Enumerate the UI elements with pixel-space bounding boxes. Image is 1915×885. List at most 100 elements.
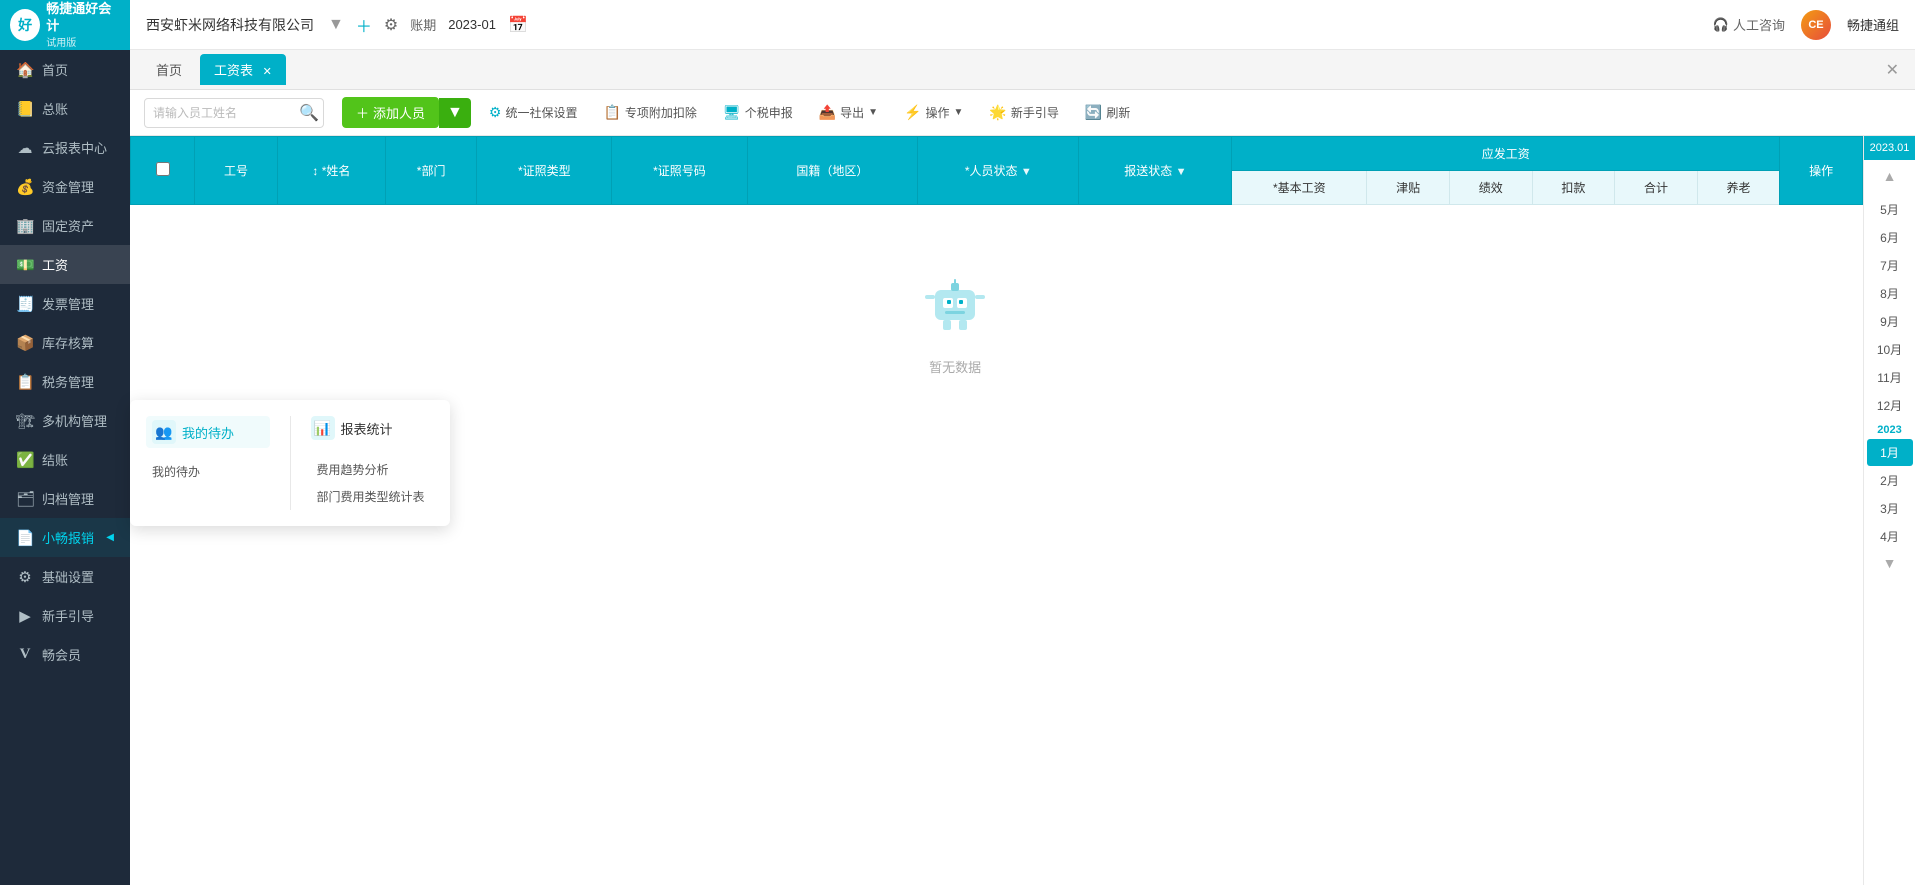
th-actions: 操作 xyxy=(1780,137,1863,205)
popup-item-my-todo[interactable]: 我的待办 xyxy=(146,458,270,485)
export-dropdown-arrow: ▼ xyxy=(868,107,878,118)
sidebar-item-invoice[interactable]: 🧾 发票管理 xyxy=(0,284,130,323)
export-action[interactable]: 📤 导出 ▼ xyxy=(811,100,886,125)
sidebar-item-inventory[interactable]: 📦 库存核算 xyxy=(0,323,130,362)
sidebar-item-settlement[interactable]: ✅ 结账 xyxy=(0,440,130,479)
sidebar-label-multi-org: 多机构管理 xyxy=(42,411,107,430)
add-company-btn[interactable]: ＋ xyxy=(356,13,372,37)
tab-payroll-table[interactable]: 工资表 ✕ xyxy=(200,54,286,85)
sidebar-item-cloud-report[interactable]: ☁ 云报表中心 xyxy=(0,128,130,167)
th-nationality: 国籍（地区） xyxy=(747,137,918,205)
sidebar-item-member[interactable]: V 畅会员 xyxy=(0,635,130,674)
company-settings-btn[interactable]: ⚙ xyxy=(384,15,398,35)
operations-label: 操作 xyxy=(926,104,950,121)
year-label-2023: 2023 xyxy=(1867,420,1913,438)
tab-home[interactable]: 首页 xyxy=(142,54,196,85)
month-item-9[interactable]: 9月 xyxy=(1867,308,1913,335)
sidebar-item-general-ledger[interactable]: 📒 总账 xyxy=(0,89,130,128)
social-security-action[interactable]: ⚙ 统一社保设置 xyxy=(481,100,586,125)
popup-item-cost-trend[interactable]: 费用趋势分析 xyxy=(311,456,435,483)
sidebar-label-settings: 基础设置 xyxy=(42,567,94,586)
sidebar-item-payroll[interactable]: 💵 工资 xyxy=(0,245,130,284)
support-btn[interactable]: 🎧 人工咨询 xyxy=(1713,15,1785,34)
select-all-checkbox[interactable] xyxy=(156,162,170,176)
company-dropdown-arrow[interactable]: ▼ xyxy=(328,16,344,34)
sidebar-logo: 好 畅捷通好会计 试用版 xyxy=(0,0,130,50)
refresh-icon: 🔄 xyxy=(1085,104,1102,121)
sidebar-label-member: 畅会员 xyxy=(42,645,81,664)
sidebar-item-fixed-assets[interactable]: 🏢 固定资产 xyxy=(0,206,130,245)
month-item-5[interactable]: 5月 xyxy=(1867,196,1913,223)
popup-dept-cost-label: 部门费用类型统计表 xyxy=(317,490,425,504)
search-input[interactable] xyxy=(153,106,293,120)
support-label: 人工咨询 xyxy=(1733,15,1785,34)
search-icon: 🔍 xyxy=(299,103,319,123)
th-employee-id: 工号 xyxy=(195,137,278,205)
th-pension: 养老 xyxy=(1697,171,1780,205)
topbar: 西安虾米网络科技有限公司 ▼ ＋ ⚙ 账期 2023-01 📅 🎧 人工咨询 C… xyxy=(130,0,1915,50)
sidebar-label-payroll: 工资 xyxy=(42,255,68,274)
close-all-tabs-btn[interactable]: ✕ xyxy=(1882,56,1903,84)
user-name: 畅捷通组 xyxy=(1847,15,1899,34)
month-item-8[interactable]: 8月 xyxy=(1867,280,1913,307)
sidebar-item-fund-mgmt[interactable]: 💰 资金管理 xyxy=(0,167,130,206)
th-report-status[interactable]: 报送状态 ▼ xyxy=(1079,137,1232,205)
payroll-table: 工号 ↕ *姓名 *部门 *证照类型 *证照号码 国籍（地区） *人员状态 ▼ … xyxy=(130,136,1863,436)
headset-icon: 🎧 xyxy=(1713,17,1729,33)
sidebar-item-xiaochangbaoxiao[interactable]: 📄 小畅报销 ◀ xyxy=(0,518,130,557)
report-header-icon: 📊 xyxy=(311,416,335,440)
month-nav: ▲ 5月 6月 7月 8月 9月 10月 11月 12月 2023 1月 2月 … xyxy=(1864,160,1915,885)
refresh-action[interactable]: 🔄 刷新 xyxy=(1077,100,1138,125)
month-item-1[interactable]: 1月 xyxy=(1867,439,1913,466)
th-checkbox[interactable] xyxy=(131,137,195,205)
th-person-status[interactable]: *人员状态 ▼ xyxy=(918,137,1079,205)
new-guide-action[interactable]: 🌟 新手引导 xyxy=(981,100,1066,125)
month-item-2[interactable]: 2月 xyxy=(1867,467,1913,494)
sidebar-item-multi-org[interactable]: 🏗 多机构管理 xyxy=(0,401,130,440)
special-add-action[interactable]: 📋 专项附加扣除 xyxy=(595,100,704,125)
sidebar-item-tax[interactable]: 📋 税务管理 xyxy=(0,362,130,401)
operations-icon: ⚡ xyxy=(904,104,921,121)
sidebar-label-fund-mgmt: 资金管理 xyxy=(42,177,94,196)
operations-action[interactable]: ⚡ 操作 ▼ xyxy=(896,100,971,125)
month-item-6[interactable]: 6月 xyxy=(1867,224,1913,251)
social-security-label: 统一社保设置 xyxy=(505,104,577,121)
month-nav-down[interactable]: ▼ xyxy=(1878,551,1902,575)
popup-item-dept-cost-type[interactable]: 部门费用类型统计表 xyxy=(311,483,435,510)
sidebar-label-general-ledger: 总账 xyxy=(42,99,68,118)
special-add-icon: 📋 xyxy=(603,104,620,121)
period-label: 账期 xyxy=(410,15,436,34)
special-add-label: 专项附加扣除 xyxy=(625,104,697,121)
period-calendar-btn[interactable]: 📅 xyxy=(508,15,528,35)
add-person-dropdown-btn[interactable]: ▼ xyxy=(439,98,471,128)
add-person-btn[interactable]: ＋ 添加人员 xyxy=(342,97,439,128)
sidebar-label-cloud-report: 云报表中心 xyxy=(42,138,107,157)
th-id-type: *证照类型 xyxy=(477,137,612,205)
sidebar-label-baoxiao: 小畅报销 xyxy=(42,528,94,547)
tax-report-action[interactable]: 🖥 个税申报 xyxy=(715,100,801,125)
sidebar-item-archive[interactable]: 🗂 归档管理 xyxy=(0,479,130,518)
sidebar-item-basic-settings[interactable]: ⚙ 基础设置 xyxy=(0,557,130,596)
popup-report-stats-header: 📊 报表统计 xyxy=(311,416,435,446)
sidebar-item-home[interactable]: 🏠 首页 xyxy=(0,50,130,89)
todo-header-icon: 👥 xyxy=(152,420,176,444)
popup-divider xyxy=(290,416,291,510)
guide-toolbar-icon: 🌟 xyxy=(989,104,1006,121)
month-item-11[interactable]: 11月 xyxy=(1867,364,1913,391)
month-item-10[interactable]: 10月 xyxy=(1867,336,1913,363)
popup-col-my-todo: 👥 我的待办 我的待办 xyxy=(146,416,270,510)
month-nav-up[interactable]: ▲ xyxy=(1878,164,1902,188)
month-item-12[interactable]: 12月 xyxy=(1867,392,1913,419)
tab-close-payroll[interactable]: ✕ xyxy=(263,66,272,78)
sidebar-item-guide[interactable]: ▶ 新手引导 xyxy=(0,596,130,635)
home-icon: 🏠 xyxy=(16,61,34,79)
sidebar-label-guide: 新手引导 xyxy=(42,606,94,625)
toolbar: 🔍 ＋ 添加人员 ▼ ⚙ 统一社保设置 📋 专项附加扣除 🖥 个税申报 📤 导出… xyxy=(130,90,1915,136)
archive-icon: 🗂 xyxy=(16,490,34,508)
month-item-4[interactable]: 4月 xyxy=(1867,523,1913,550)
month-item-7[interactable]: 7月 xyxy=(1867,252,1913,279)
month-item-3[interactable]: 3月 xyxy=(1867,495,1913,522)
th-base-salary: *基本工资 xyxy=(1232,171,1367,205)
sidebar-label-archive: 归档管理 xyxy=(42,489,94,508)
th-name[interactable]: ↕ *姓名 xyxy=(277,137,385,205)
